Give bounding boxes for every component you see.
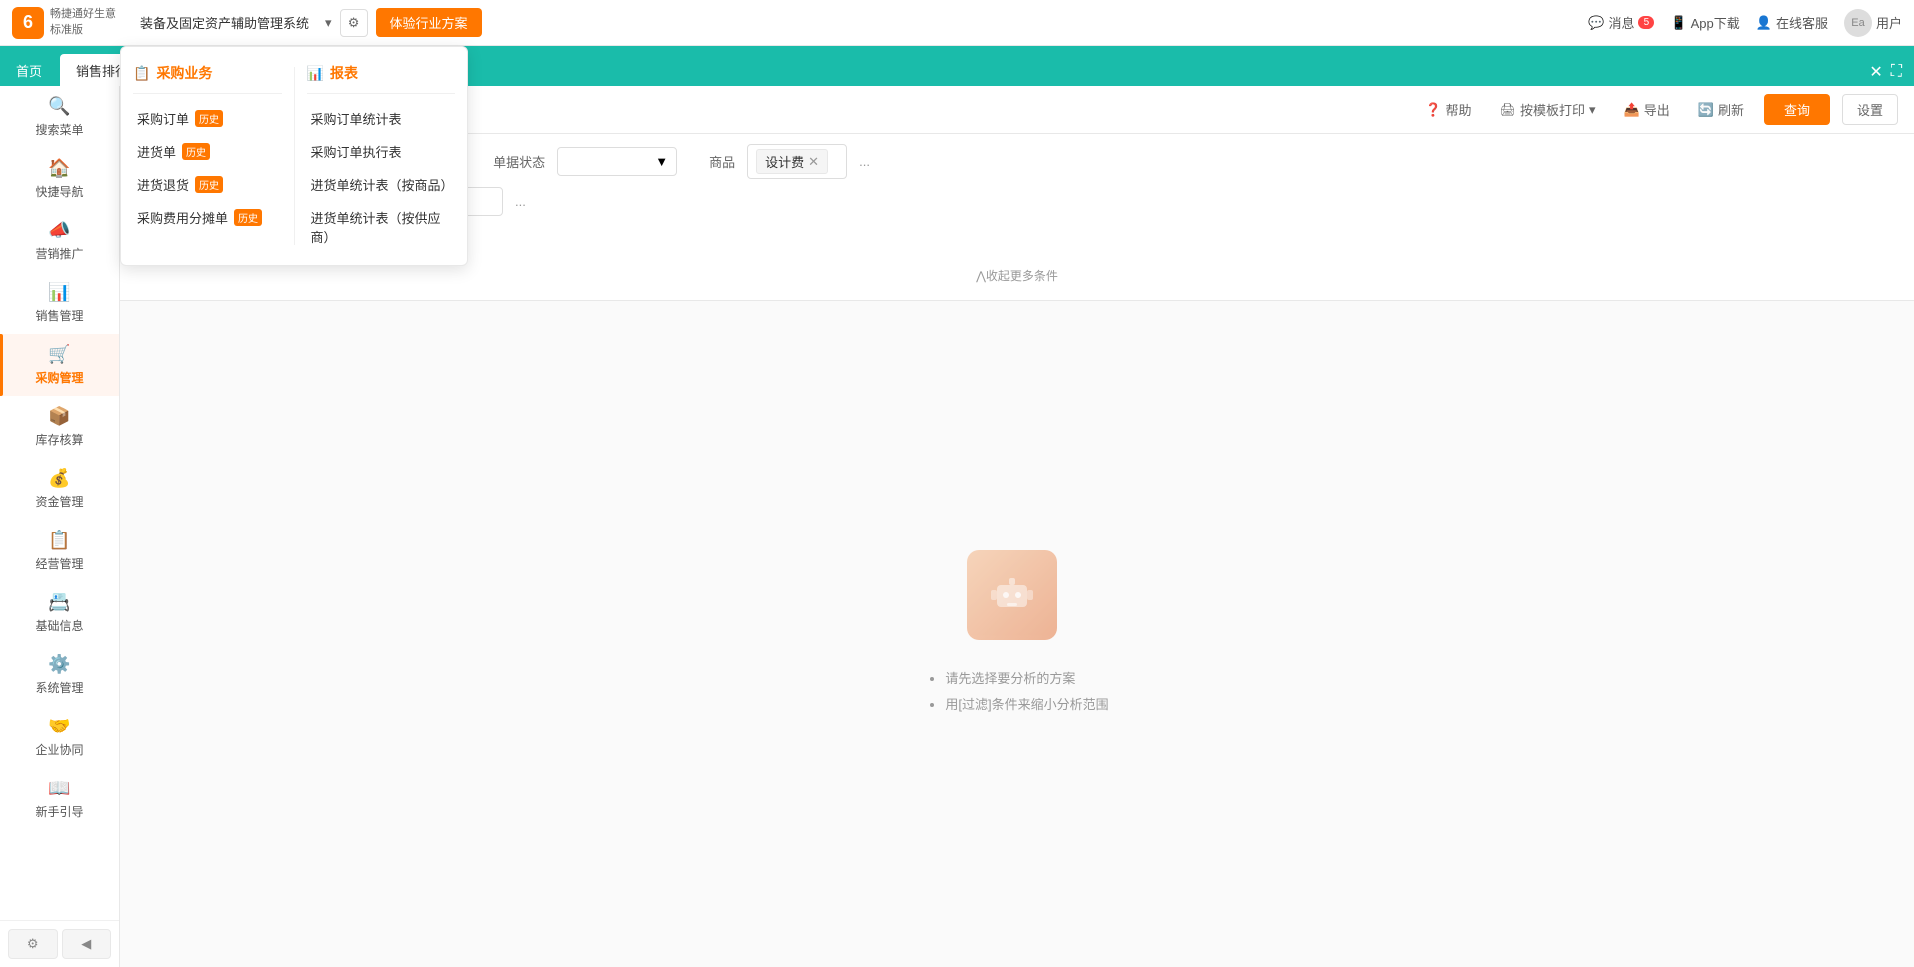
- industry-btn[interactable]: 体验行业方案: [376, 8, 482, 37]
- service-icon: 👤: [1756, 15, 1772, 31]
- goods-tag-close[interactable]: ✕: [808, 154, 819, 170]
- nav-middle: 装备及固定资产辅助管理系统 ▾ ⚙ 体验行业方案: [132, 8, 1588, 37]
- user-avatar: Ea: [1844, 9, 1872, 37]
- sidebar-item-inventory[interactable]: 📦 库存核算: [0, 396, 119, 458]
- guide-icon: 📖: [48, 778, 70, 799]
- empty-illustration: [967, 550, 1067, 650]
- doc-status-select[interactable]: ▼: [557, 147, 677, 176]
- hist-badge: 历史: [234, 209, 262, 226]
- sidebar-item-sales[interactable]: 📊 销售管理: [0, 272, 119, 334]
- sidebar-item-marketing[interactable]: 📣 营销推广: [0, 210, 119, 272]
- goods-dots[interactable]: ...: [859, 154, 870, 169]
- sidebar-item-guide[interactable]: 📖 新手引导: [0, 768, 119, 830]
- hist-badge: 历史: [195, 176, 223, 193]
- hist-badge: 历史: [195, 110, 223, 127]
- purchase-business-col: 📋 采购业务 采购订单 历史 进货单 历史 进货退货 历史 采购费用分摊单 历史: [121, 59, 294, 253]
- sidebar-item-purchase[interactable]: 🛒 采购管理: [0, 334, 119, 396]
- tab-close-all-icon[interactable]: ✕: [1869, 62, 1882, 82]
- nav-online-service[interactable]: 👤 在线客服: [1756, 13, 1828, 32]
- top-navbar: 6 畅捷通好生意 标准版 装备及固定资产辅助管理系统 ▾ ⚙ 体验行业方案 💬 …: [0, 0, 1914, 46]
- system-dropdown-btn[interactable]: ▾: [325, 15, 332, 31]
- salesperson-dots[interactable]: ...: [515, 194, 526, 209]
- export-btn[interactable]: 📤 导出: [1616, 96, 1678, 123]
- dropdown-item-purchase-order[interactable]: 采购订单 历史: [133, 102, 282, 135]
- active-bar: [0, 334, 3, 396]
- sales-icon: 📊: [48, 282, 70, 303]
- print-btn[interactable]: 🖨 按模板打印 ▾: [1492, 96, 1604, 123]
- empty-hints: 请先选择要分析的方案 用[过滤]条件来缩小分析范围: [925, 666, 1108, 718]
- logo-area: 6 畅捷通好生意 标准版: [12, 7, 132, 39]
- export-icon: 📤: [1624, 102, 1640, 118]
- mobile-icon: 📱: [1670, 15, 1686, 31]
- dropdown-item-receipt-by-goods[interactable]: 进货单统计表（按商品）: [307, 168, 456, 201]
- search-icon: 🔍: [48, 96, 70, 117]
- enterprise-icon: 🤝: [48, 716, 70, 737]
- purchase-dropdown-menu: 📋 采购业务 采购订单 历史 进货单 历史 进货退货 历史 采购费用分摊单 历史: [120, 46, 468, 266]
- home-icon: 🏠: [48, 158, 70, 179]
- logo-icon: 6: [12, 7, 44, 39]
- nav-message[interactable]: 💬 消息 5: [1588, 13, 1654, 32]
- dropdown-columns: 📋 采购业务 采购订单 历史 进货单 历史 进货退货 历史 采购费用分摊单 历史: [121, 59, 467, 253]
- dropdown-item-purchase-fee[interactable]: 采购费用分摊单 历史: [133, 201, 282, 234]
- operations-icon: 📋: [48, 530, 70, 551]
- logo-text: 畅捷通好生意 标准版: [50, 7, 116, 38]
- help-btn[interactable]: ❓ 帮助: [1417, 96, 1479, 123]
- nav-right: 💬 消息 5 📱 App下载 👤 在线客服 Ea 用户: [1588, 9, 1902, 37]
- dropdown-item-po-exec[interactable]: 采购订单执行表: [307, 135, 456, 168]
- reports-icon: 📊: [307, 65, 324, 82]
- sidebar-settings-btn[interactable]: ⚙: [8, 929, 58, 959]
- dropdown-item-po-stats[interactable]: 采购订单统计表: [307, 102, 456, 135]
- reports-col: 📊 报表 采购订单统计表 采购订单执行表 进货单统计表（按商品） 进货单统计表（…: [295, 59, 468, 253]
- query-btn[interactable]: 查询: [1764, 94, 1830, 125]
- sidebar-item-enterprise[interactable]: 🤝 企业协同: [0, 706, 119, 768]
- print-icon: 🖨: [1500, 102, 1517, 118]
- basic-info-icon: 📇: [48, 592, 70, 613]
- sidebar-bottom: ⚙ ◀: [0, 920, 119, 967]
- purchase-business-icon: 📋: [133, 65, 150, 82]
- tab-home[interactable]: 首页: [0, 54, 58, 86]
- message-icon: 💬: [1588, 15, 1604, 31]
- dropdown-item-goods-receipt[interactable]: 进货单 历史: [133, 135, 282, 168]
- settings-btn[interactable]: 设置: [1842, 94, 1898, 125]
- tab-maximize-icon[interactable]: ⛶: [1891, 63, 1902, 81]
- sidebar-item-operations[interactable]: 📋 经营管理: [0, 520, 119, 582]
- tab-bar-actions: ✕ ⛶: [1869, 62, 1914, 86]
- sidebar: 🔍 搜索菜单 🏠 快捷导航 📣 营销推广 📊 销售管理 🛒 采购管理 📦 库存核…: [0, 86, 120, 967]
- empty-robot-icon: [967, 550, 1057, 640]
- capital-icon: 💰: [48, 468, 70, 489]
- sidebar-item-basic-info[interactable]: 📇 基础信息: [0, 582, 119, 644]
- message-badge: 5: [1638, 16, 1654, 29]
- purchase-business-title: 📋 采购业务: [133, 59, 282, 94]
- sidebar-item-search[interactable]: 🔍 搜索菜单: [0, 86, 119, 148]
- sidebar-collapse-btn[interactable]: ◀: [62, 929, 112, 959]
- system-name: 装备及固定资产辅助管理系统: [132, 13, 317, 32]
- print-dropdown-icon[interactable]: ▾: [1589, 102, 1596, 118]
- help-icon: ❓: [1425, 102, 1441, 118]
- marketing-icon: 📣: [48, 220, 70, 241]
- dropdown-item-receipt-by-supplier[interactable]: 进货单统计表（按供应商）: [307, 201, 456, 253]
- sidebar-item-system[interactable]: ⚙️ 系统管理: [0, 644, 119, 706]
- refresh-icon: 🔄: [1698, 102, 1714, 118]
- inventory-icon: 📦: [48, 406, 70, 427]
- hist-badge: 历史: [182, 143, 210, 160]
- goods-tag: 设计费 ✕: [756, 149, 828, 174]
- goods-input[interactable]: 设计费 ✕: [747, 144, 847, 179]
- nav-app-download[interactable]: 📱 App下载: [1670, 13, 1739, 32]
- reports-title: 📊 报表: [307, 59, 456, 94]
- collapse-icon: ⋀: [976, 269, 986, 283]
- doc-status-label: 单据状态: [493, 152, 545, 171]
- dropdown-item-goods-return[interactable]: 进货退货 历史: [133, 168, 282, 201]
- system-icon: ⚙️: [48, 654, 70, 675]
- goods-label: 商品: [709, 152, 735, 171]
- empty-area: 请先选择要分析的方案 用[过滤]条件来缩小分析范围: [120, 301, 1914, 967]
- nav-user[interactable]: Ea 用户: [1844, 9, 1902, 37]
- nav-settings-btn[interactable]: ⚙: [340, 9, 368, 37]
- sidebar-item-capital[interactable]: 💰 资金管理: [0, 458, 119, 520]
- purchase-icon: 🛒: [48, 344, 70, 365]
- refresh-btn[interactable]: 🔄 刷新: [1690, 96, 1752, 123]
- sidebar-item-quick-nav[interactable]: 🏠 快捷导航: [0, 148, 119, 210]
